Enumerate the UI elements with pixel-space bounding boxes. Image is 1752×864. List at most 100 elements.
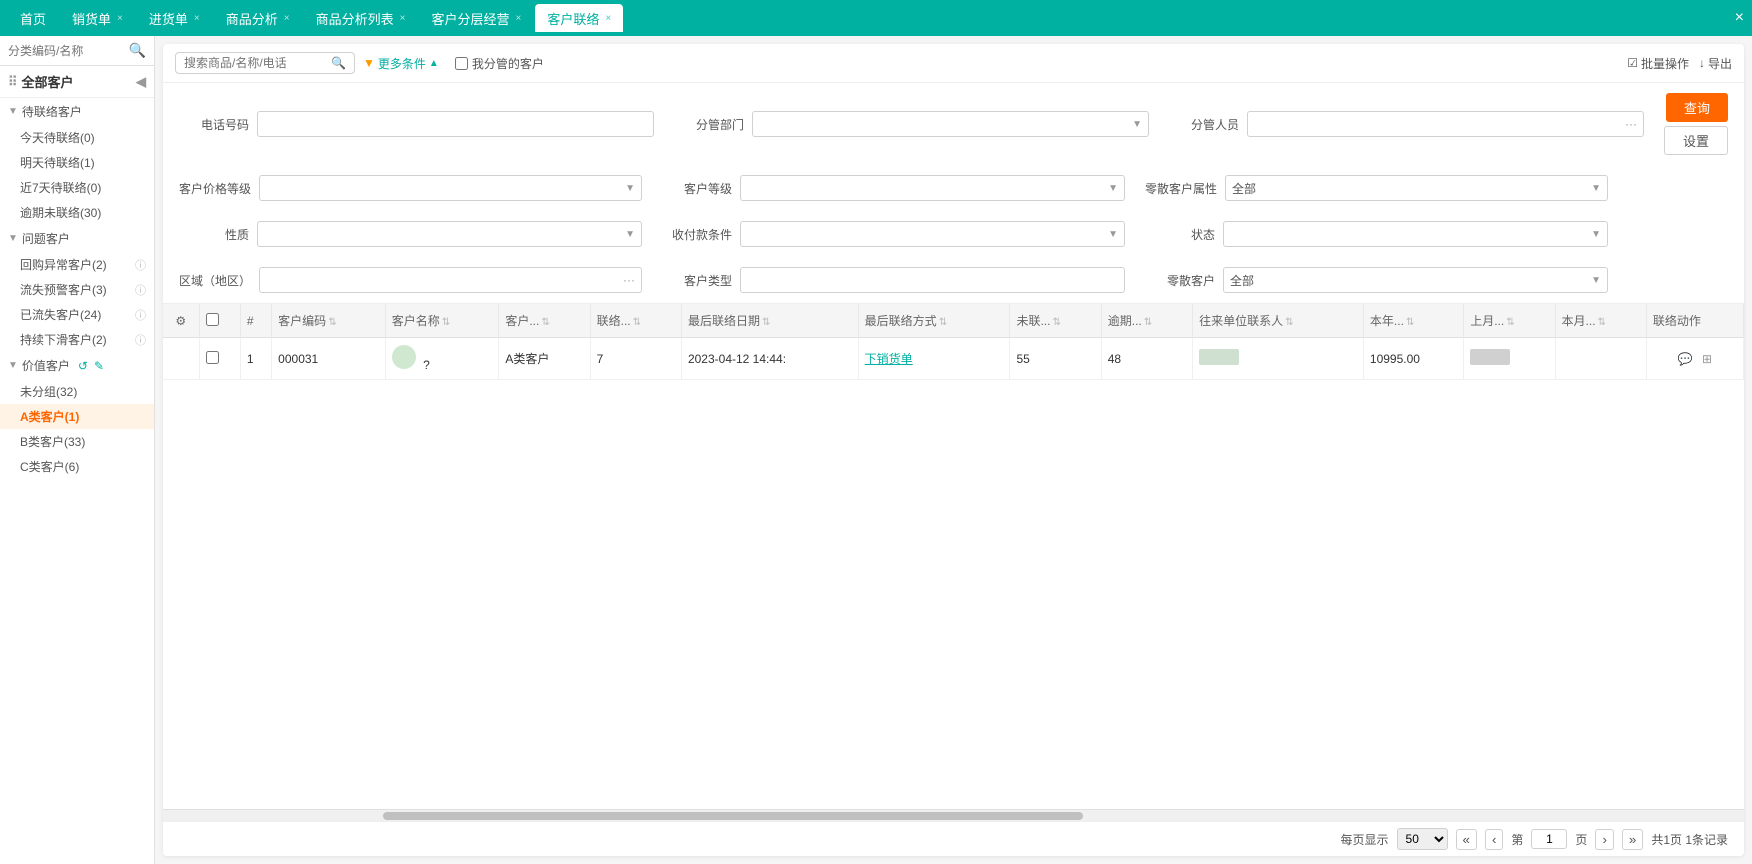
action-buttons: 查询 设置 xyxy=(1664,93,1728,155)
sort-icon: ⇅ xyxy=(1598,317,1606,328)
next-page-button[interactable]: › xyxy=(1595,829,1613,850)
sidebar-search-input[interactable] xyxy=(8,44,125,58)
chevron-icon: ▲ xyxy=(429,58,439,69)
phone-input[interactable] xyxy=(257,111,654,137)
tab-customer-tier[interactable]: 客户分层经营 × xyxy=(419,4,533,32)
pagination: 每页显示 50 100 200 « ‹ 第 页 › » 共1页 1条记录 xyxy=(163,821,1744,856)
table-header-this-year[interactable]: 本年...⇅ xyxy=(1363,304,1463,338)
table-header-last-date[interactable]: 最后联络日期⇅ xyxy=(681,304,858,338)
last-page-button[interactable]: » xyxy=(1622,829,1643,850)
close-icon[interactable]: × xyxy=(400,13,406,24)
batch-ops-button[interactable]: ☑ 批量操作 xyxy=(1627,55,1689,72)
row-select-checkbox[interactable] xyxy=(206,351,219,364)
more-conditions-button[interactable]: ▼ 更多条件 ▲ xyxy=(363,55,439,72)
sidebar-item-today-contact[interactable]: 今天待联络(0) xyxy=(0,125,154,150)
close-icon[interactable]: × xyxy=(515,13,521,24)
table-header-last-month[interactable]: 上月...⇅ xyxy=(1464,304,1555,338)
table-header-overdue[interactable]: 逾期...⇅ xyxy=(1101,304,1192,338)
my-customers-checkbox[interactable] xyxy=(455,57,468,70)
sort-icon: ⇅ xyxy=(1406,317,1414,328)
row-no-contact: 55 xyxy=(1010,338,1101,380)
chat-icon[interactable]: 💬 xyxy=(1678,352,1693,366)
search-icon[interactable]: 🔍 xyxy=(331,56,346,70)
sidebar-item-churn-warning[interactable]: 流失预警客户(3) ⓘ xyxy=(0,277,154,302)
filter-status: 状态 ▼ xyxy=(1145,221,1608,247)
table-header-no-contact[interactable]: 未联...⇅ xyxy=(1010,304,1101,338)
horizontal-scrollbar[interactable] xyxy=(163,809,1744,821)
customer-type-input[interactable] xyxy=(740,267,1125,293)
chevron-down-icon: ▼ xyxy=(1591,275,1601,286)
table-header-last-method[interactable]: 最后联络方式⇅ xyxy=(858,304,1010,338)
window-close-button[interactable]: × xyxy=(1735,9,1744,27)
contact-action-icon[interactable]: ⊞ xyxy=(1702,352,1712,366)
sidebar-item-tomorrow-contact[interactable]: 明天待联络(1) xyxy=(0,150,154,175)
export-button[interactable]: ↓ 导出 xyxy=(1699,55,1732,72)
filter-icon: ▼ xyxy=(363,56,375,70)
filter-retail-customer: 零散客户 全部 ▼ xyxy=(1145,267,1608,293)
page-number-input[interactable] xyxy=(1531,829,1567,849)
sidebar-search-icon[interactable]: 🔍 xyxy=(129,42,146,59)
edit-icon[interactable]: ✎ xyxy=(94,359,104,373)
dept-input[interactable]: ▼ xyxy=(752,111,1149,137)
sidebar-item-unclassified[interactable]: 未分组(32) xyxy=(0,379,154,404)
table-header-this-month[interactable]: 本月...⇅ xyxy=(1555,304,1646,338)
sidebar-item-7day-contact[interactable]: 近7天待联络(0) xyxy=(0,175,154,200)
first-page-button[interactable]: « xyxy=(1456,829,1477,850)
table-header-type[interactable]: 客户...⇅ xyxy=(499,304,590,338)
settings-button[interactable]: 设置 xyxy=(1664,126,1728,155)
price-level-input[interactable]: ▼ xyxy=(259,175,642,201)
refresh-icon[interactable]: ↺ xyxy=(78,359,88,373)
triangle-icon: ▼ xyxy=(8,233,18,244)
customer-level-input[interactable]: ▼ xyxy=(740,175,1125,201)
status-input[interactable]: ▼ xyxy=(1223,221,1608,247)
tab-product-analysis[interactable]: 商品分析 × xyxy=(214,4,302,32)
sidebar-item-declining[interactable]: 持续下滑客户(2) ⓘ xyxy=(0,327,154,352)
section-pending-contact[interactable]: ▼ 待联络客户 xyxy=(0,98,154,125)
tab-purchase-order[interactable]: 进货单 × xyxy=(137,4,212,32)
close-icon[interactable]: × xyxy=(117,13,123,24)
scroll-thumb[interactable] xyxy=(383,812,1083,820)
tab-product-analysis-list[interactable]: 商品分析列表 × xyxy=(304,4,418,32)
retail-attr-input[interactable]: 全部 ▼ xyxy=(1225,175,1608,201)
close-icon[interactable]: × xyxy=(194,13,200,24)
sidebar-item-class-a[interactable]: A类客户(1) xyxy=(0,404,154,429)
info-icon: ⓘ xyxy=(135,257,146,273)
last-method-link[interactable]: 下销货单 xyxy=(865,352,913,366)
search-input[interactable] xyxy=(184,56,327,70)
table-header-gear[interactable]: ⚙ xyxy=(163,304,199,338)
sidebar-item-churned[interactable]: 已流失客户(24) ⓘ xyxy=(0,302,154,327)
query-button[interactable]: 查询 xyxy=(1666,93,1728,122)
section-problem-customers[interactable]: ▼ 问题客户 xyxy=(0,225,154,252)
dots-icon: ··· xyxy=(623,273,635,287)
sidebar-item-overdue-contact[interactable]: 逾期未联络(30) xyxy=(0,200,154,225)
chevron-down-icon: ▼ xyxy=(1108,183,1118,194)
table-header-contact[interactable]: 联络...⇅ xyxy=(590,304,681,338)
tab-customer-contact[interactable]: 客户联络 × xyxy=(535,4,623,32)
table-header-code[interactable]: 客户编码⇅ xyxy=(272,304,386,338)
table-header-name[interactable]: 客户名称⇅ xyxy=(385,304,499,338)
sidebar-item-class-c[interactable]: C类客户(6) xyxy=(0,454,154,479)
row-this-month xyxy=(1555,338,1646,380)
region-input[interactable]: ··· xyxy=(259,267,642,293)
table-header-num: # xyxy=(240,304,271,338)
toolbar: 🔍 ▼ 更多条件 ▲ 我分管的客户 ☑ 批量操作 ↓ 导出 xyxy=(163,44,1744,83)
sidebar-collapse-icon[interactable]: ◀ xyxy=(136,74,146,90)
prev-page-button[interactable]: ‹ xyxy=(1485,829,1503,850)
nature-input[interactable]: ▼ xyxy=(257,221,642,247)
filter-phone: 电话号码 xyxy=(179,111,654,137)
filter-dept: 分管部门 ▼ xyxy=(674,111,1149,137)
retail-customer-input[interactable]: 全部 ▼ xyxy=(1223,267,1608,293)
close-icon[interactable]: × xyxy=(284,13,290,24)
export-icon: ↓ xyxy=(1699,56,1705,70)
sidebar-item-class-b[interactable]: B类客户(33) xyxy=(0,429,154,454)
close-icon[interactable]: × xyxy=(605,13,611,24)
tab-home[interactable]: 首页 xyxy=(8,4,58,32)
select-all-checkbox[interactable] xyxy=(206,313,219,326)
payment-input[interactable]: ▼ xyxy=(740,221,1125,247)
per-page-select[interactable]: 50 100 200 xyxy=(1397,828,1448,850)
sidebar-item-repurchase-abnormal[interactable]: 回购异常客户(2) ⓘ xyxy=(0,252,154,277)
person-input[interactable]: ··· xyxy=(1247,111,1644,137)
section-value-customers[interactable]: ▼ 价值客户 ↺ ✎ xyxy=(0,352,154,379)
table-header-unit-contact[interactable]: 往来单位联系人⇅ xyxy=(1193,304,1364,338)
tab-sales-order[interactable]: 销货单 × xyxy=(60,4,135,32)
